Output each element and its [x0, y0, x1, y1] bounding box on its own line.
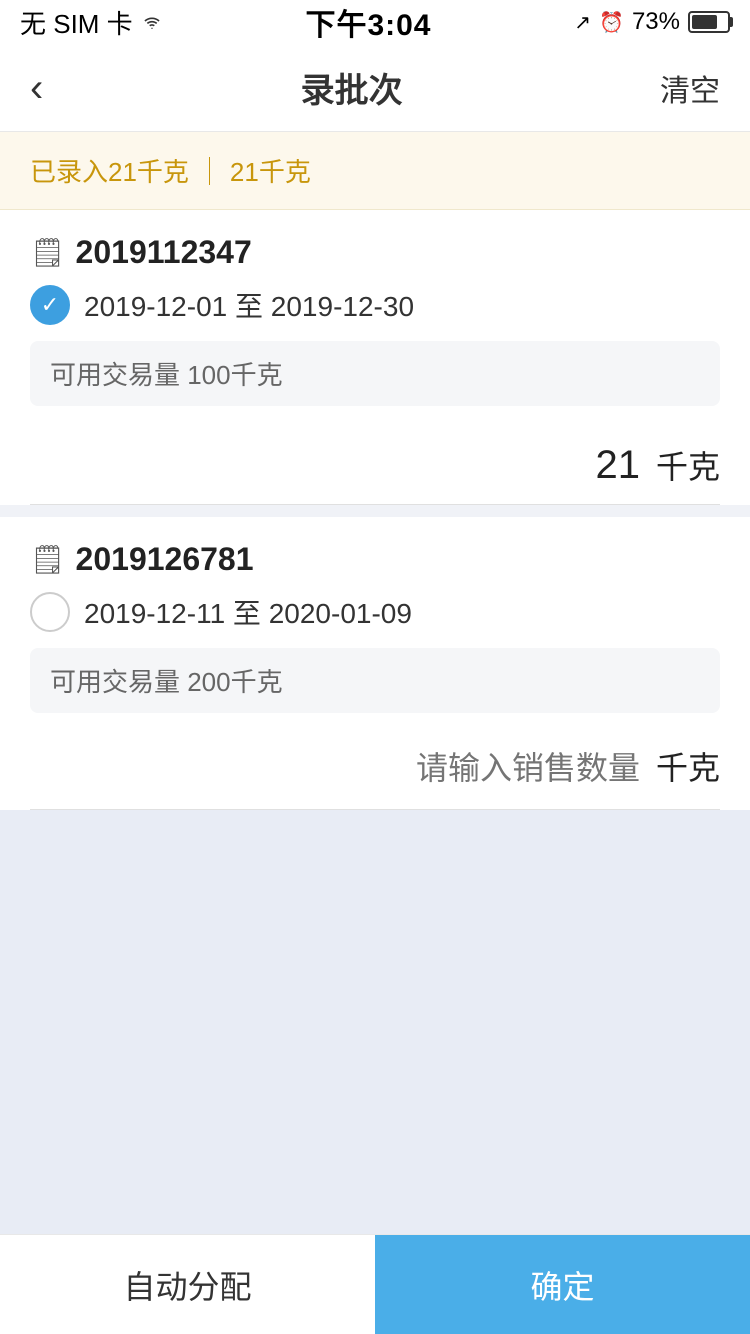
status-time: 下午3:04: [305, 0, 431, 44]
batch-2-input-row: 千克: [30, 733, 720, 810]
batch-2-header: 🗒 2019126781: [30, 541, 720, 578]
battery-indicator: [688, 11, 730, 33]
status-right: ↗ ⏰ 73%: [574, 8, 730, 36]
batch-2-row[interactable]: 2019-12-11 至 2020-01-09: [30, 592, 720, 632]
recorded-amount-value: 21千克: [230, 152, 311, 189]
batch-2-icon: 🗒: [30, 543, 66, 576]
back-button[interactable]: ‹: [30, 68, 43, 108]
batch-card-2: 🗒 2019126781 2019-12-11 至 2020-01-09 可用交…: [0, 517, 750, 810]
clear-button[interactable]: 清空: [660, 66, 720, 110]
info-banner: 已录入21千克 21千克: [0, 132, 750, 210]
confirm-button[interactable]: 确定: [375, 1235, 750, 1334]
banner-divider: [209, 157, 210, 185]
status-left: 无 SIM 卡: [20, 4, 163, 41]
batch-1-id: 2019112347: [76, 234, 252, 271]
batch-1-radio[interactable]: ✓: [30, 285, 70, 325]
batch-2-unit: 千克: [656, 743, 720, 789]
auto-distribute-button[interactable]: 自动分配: [0, 1235, 375, 1334]
batch-2-availability: 可用交易量 200千克: [30, 648, 720, 713]
batch-1-row[interactable]: ✓ 2019-12-01 至 2019-12-30: [30, 285, 720, 325]
batch-2-radio[interactable]: [30, 592, 70, 632]
checkmark-icon: ✓: [41, 294, 59, 316]
nav-bar: ‹ 录批次 清空: [0, 44, 750, 132]
status-bar: 无 SIM 卡 下午3:04 ↗ ⏰ 73%: [0, 0, 750, 44]
carrier-text: 无 SIM 卡: [20, 4, 133, 41]
section-divider: [0, 505, 750, 517]
alarm-icon: ⏰: [599, 10, 624, 35]
batch-1-amount-row: 21 千克: [30, 426, 720, 504]
recorded-amount-label: 已录入21千克: [30, 152, 189, 189]
batch-1-date: 2019-12-01 至 2019-12-30: [84, 285, 414, 325]
batch-1-amount: 21: [595, 443, 640, 488]
battery-percent: 73%: [632, 8, 680, 36]
batch-1-icon: 🗒: [30, 236, 66, 269]
page-title: 录批次: [301, 63, 403, 112]
batch-1-header: 🗒 2019112347: [30, 234, 720, 271]
bottom-area: [0, 810, 750, 1234]
bottom-bar: 自动分配 确定: [0, 1234, 750, 1334]
batch-2-id: 2019126781: [76, 541, 254, 578]
wifi-icon: [141, 7, 163, 38]
location-icon: ↗: [574, 10, 591, 35]
batch-1-availability: 可用交易量 100千克: [30, 341, 720, 406]
batch-card-1: 🗒 2019112347 ✓ 2019-12-01 至 2019-12-30 可…: [0, 210, 750, 505]
quantity-input[interactable]: [340, 750, 640, 787]
batch-1-unit: 千克: [656, 442, 720, 488]
batch-2-date: 2019-12-11 至 2020-01-09: [84, 592, 412, 632]
